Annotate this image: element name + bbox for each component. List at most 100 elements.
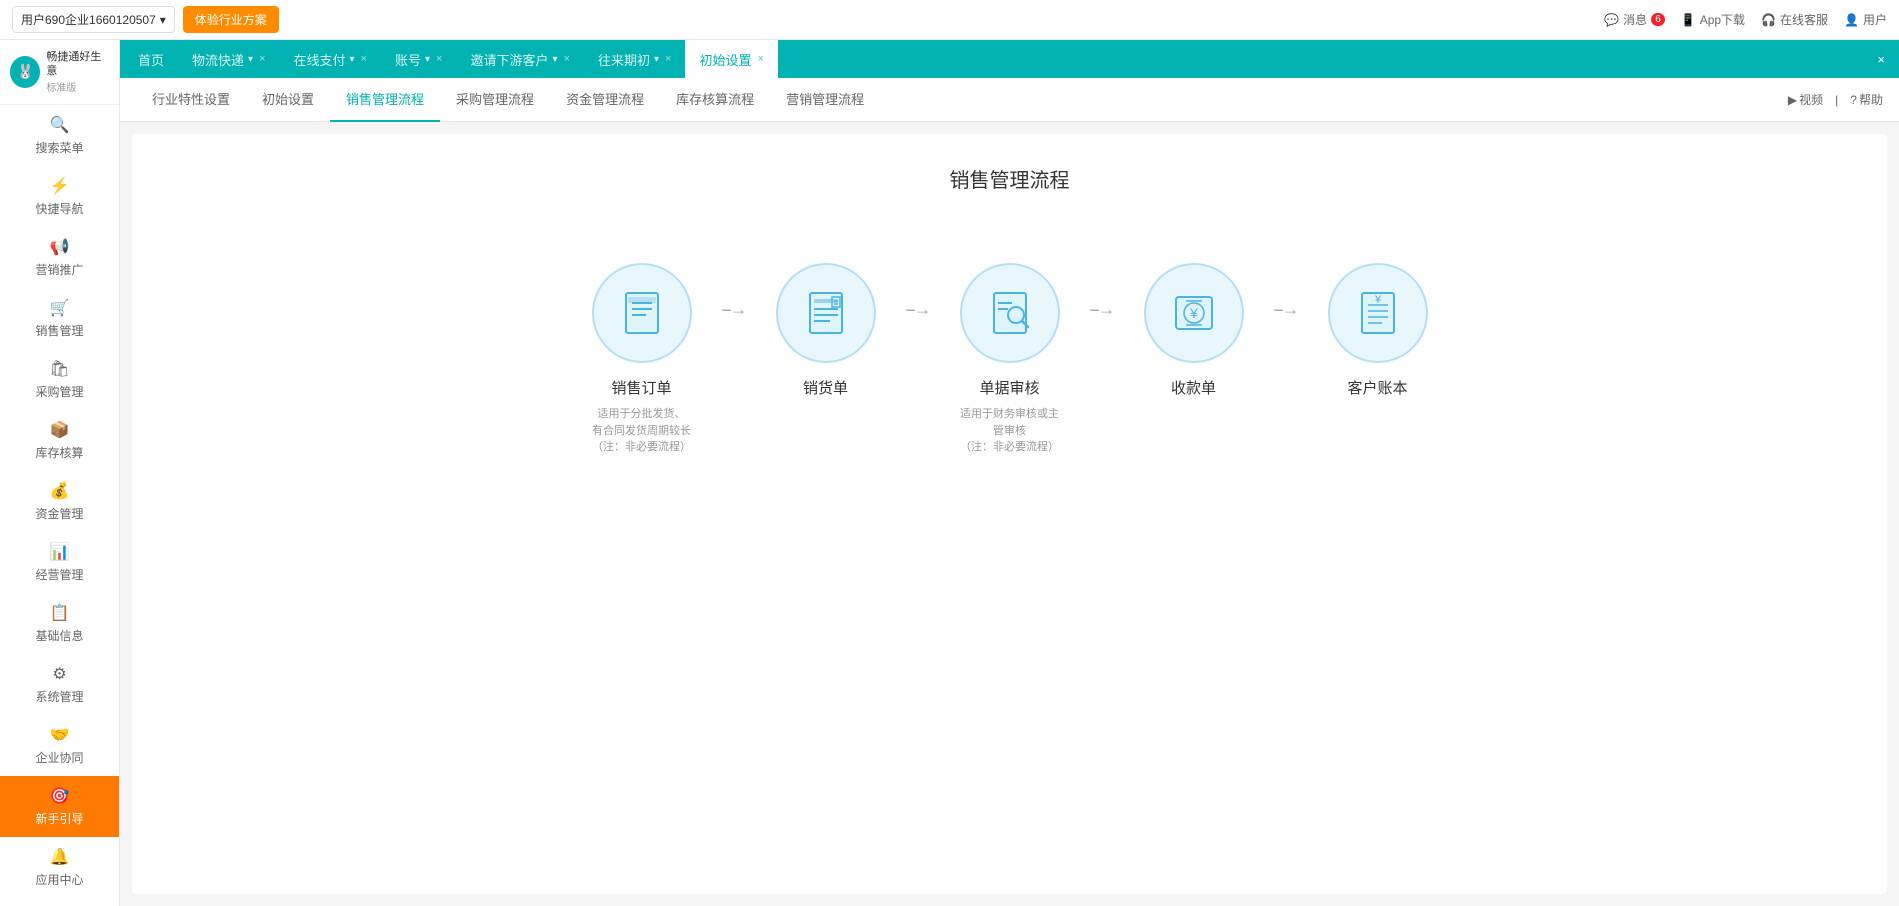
dropdown-icon: ▾ xyxy=(160,13,166,27)
salesorder-icon xyxy=(618,289,666,337)
sidebar-item-apps[interactable]: 🔔 应用中心 xyxy=(0,837,119,898)
sidebar-item-quicknav[interactable]: ⚡ 快捷导航 xyxy=(0,166,119,227)
sidebar-item-finance[interactable]: 💰 资金管理 xyxy=(0,471,119,532)
purchase-icon: 🛍 xyxy=(49,359,69,379)
marketing-icon: 📢 xyxy=(50,237,70,257)
subtab-purchaseflow[interactable]: 采购管理流程 xyxy=(440,78,550,122)
user-avatar-item[interactable]: 👤 用户 xyxy=(1844,11,1887,28)
sidebar-label-enterprise: 企业协同 xyxy=(35,749,83,766)
app-download-label: App下载 xyxy=(1700,11,1745,28)
quicknav-icon: ⚡ xyxy=(50,176,70,196)
subtab-financeflow-label: 资金管理流程 xyxy=(566,89,644,108)
tab-invitecustomer[interactable]: 邀请下游客户 ▾ × xyxy=(456,40,583,78)
system-icon: ⚙ xyxy=(52,664,66,684)
trial-button[interactable]: 体验行业方案 xyxy=(183,6,279,33)
sidebar-item-corpwechat[interactable]: 💬 企业微信 xyxy=(0,898,119,906)
video-link[interactable]: ▶ 视频 xyxy=(1788,91,1823,108)
sidebar-item-basic[interactable]: 📋 基础信息 xyxy=(0,593,119,654)
flow-circle-salesorder xyxy=(592,263,692,363)
logistics-close-icon[interactable]: × xyxy=(259,53,265,65)
svg-text:¥: ¥ xyxy=(1189,305,1198,321)
sub-tabs-bar: 行业特性设置 初始设置 销售管理流程 采购管理流程 资金管理流程 库存核算流程 xyxy=(120,78,1899,122)
flow-step-receipt: ¥ 收款单 xyxy=(1114,263,1274,406)
logo-sub: 标准版 xyxy=(46,79,109,94)
message-icon: 💬 xyxy=(1604,13,1619,27)
subtab-industry[interactable]: 行业特性设置 xyxy=(136,78,246,122)
sidebar-label-system: 系统管理 xyxy=(35,688,83,705)
subtab-salesflow[interactable]: 销售管理流程 xyxy=(330,78,440,122)
payment-close-icon[interactable]: × xyxy=(361,53,367,65)
tab-initsetup[interactable]: 初始设置 × xyxy=(685,40,777,78)
app-download-item[interactable]: 📱 App下载 xyxy=(1681,11,1745,28)
subtab-financeflow[interactable]: 资金管理流程 xyxy=(550,78,660,122)
tab-invitecustomer-label: 邀请下游客户 xyxy=(470,50,548,69)
sidebar-item-inventory[interactable]: 📦 库存核算 xyxy=(0,410,119,471)
page-title: 销售管理流程 xyxy=(152,164,1867,193)
customer-service-item[interactable]: 🎧 在线客服 xyxy=(1761,11,1828,28)
close-all-tabs[interactable]: × xyxy=(1867,52,1895,67)
main-content-area: 首页 物流快递 ▾ × 在线支付 ▾ × 账号 ▾ × 邀请下游客户 ▾ × xyxy=(120,40,1899,906)
flow-circle-customerledger: ¥ xyxy=(1328,263,1428,363)
sidebar-item-sales[interactable]: 🛒 销售管理 xyxy=(0,288,119,349)
flow-circle-audit xyxy=(960,263,1060,363)
sidebar-label-inventory: 库存核算 xyxy=(35,444,83,461)
tab-initsetup-label: 初始设置 xyxy=(699,50,751,69)
messages-item[interactable]: 💬 消息 6 xyxy=(1604,11,1665,28)
tab-period-label: 往来期初 xyxy=(598,50,650,69)
sidebar-item-newguide[interactable]: 🎯 新手引导 xyxy=(0,776,119,837)
inventory-icon: 📦 xyxy=(50,420,70,440)
subtab-inventoryflow-label: 库存核算流程 xyxy=(676,89,754,108)
tab-period[interactable]: 往来期初 ▾ × xyxy=(584,40,685,78)
messages-badge: 6 xyxy=(1651,13,1665,26)
flow-circle-receipt: ¥ xyxy=(1144,263,1244,363)
step-desc-salesorder: 适用于分批发货、有合同发货周期较长（注：非必要流程） xyxy=(592,406,691,456)
enterprise-icon: 🤝 xyxy=(50,725,70,745)
account-close-icon[interactable]: × xyxy=(436,53,442,65)
sidebar-item-purchase[interactable]: 🛍 采购管理 xyxy=(0,349,119,410)
subtab-initsetup[interactable]: 初始设置 xyxy=(246,78,330,122)
divider: | xyxy=(1835,93,1838,107)
flow-step-customerledger: ¥ 客户账本 xyxy=(1298,263,1458,406)
logistics-dropdown-icon: ▾ xyxy=(248,54,253,65)
sidebar-item-marketing[interactable]: 📢 营销推广 xyxy=(0,227,119,288)
period-close-icon[interactable]: × xyxy=(665,53,671,65)
tab-logistics[interactable]: 物流快递 ▾ × xyxy=(178,40,279,78)
tab-account[interactable]: 账号 ▾ × xyxy=(381,40,456,78)
sidebar-item-system[interactable]: ⚙ 系统管理 xyxy=(0,654,119,715)
user-select[interactable]: 用户690企业1660120507 ▾ xyxy=(12,6,175,33)
basic-icon: 📋 xyxy=(50,603,70,623)
sidebar-logo: 🐰 畅捷通好生意 标准版 xyxy=(0,40,119,105)
main-layout: 🐰 畅捷通好生意 标准版 🔍 搜索菜单 ⚡ 快捷导航 📢 营销推广 🛒 销售管理… xyxy=(0,40,1899,906)
logo-text: 畅捷通好生意 xyxy=(46,50,109,79)
sidebar-item-search[interactable]: 🔍 搜索菜单 xyxy=(0,105,119,166)
invitecustomer-close-icon[interactable]: × xyxy=(564,53,570,65)
flow-circle-salesbill xyxy=(776,263,876,363)
period-dropdown-icon: ▾ xyxy=(654,54,659,65)
subtab-inventoryflow[interactable]: 库存核算流程 xyxy=(660,78,770,122)
tab-home[interactable]: 首页 xyxy=(124,40,178,78)
sidebar-label-newguide: 新手引导 xyxy=(35,810,83,827)
sidebar-item-operations[interactable]: 📊 经营管理 xyxy=(0,532,119,593)
step-name-salesorder: 销售订单 xyxy=(611,377,671,398)
top-bar-left: 用户690企业1660120507 ▾ 体验行业方案 xyxy=(12,6,279,33)
sidebar-label-apps: 应用中心 xyxy=(35,871,83,888)
flow-arrow-1: --→ xyxy=(722,263,746,320)
step-desc-audit: 适用于财务审核或主管审核（注：非必要流程） xyxy=(960,406,1059,456)
sub-tabs-right: ▶ 视频 | ? 帮助 xyxy=(1788,91,1883,108)
subtab-marketingflow-label: 营销管理流程 xyxy=(786,89,864,108)
app-icon: 📱 xyxy=(1681,13,1696,27)
subtab-marketingflow[interactable]: 营销管理流程 xyxy=(770,78,880,122)
flow-arrow-4: --→ xyxy=(1274,263,1298,320)
sidebar: 🐰 畅捷通好生意 标准版 🔍 搜索菜单 ⚡ 快捷导航 📢 营销推广 🛒 销售管理… xyxy=(0,40,120,906)
step-name-salesbill: 销货单 xyxy=(803,377,848,398)
initsetup-close-icon[interactable]: × xyxy=(757,53,763,65)
help-icon: ? xyxy=(1850,93,1857,107)
help-link[interactable]: ? 帮助 xyxy=(1850,91,1883,108)
top-bar-right: 💬 消息 6 📱 App下载 🎧 在线客服 👤 用户 xyxy=(1604,11,1887,28)
sidebar-item-enterprise[interactable]: 🤝 企业协同 xyxy=(0,715,119,776)
tab-account-label: 账号 xyxy=(395,50,421,69)
tab-payment[interactable]: 在线支付 ▾ × xyxy=(280,40,381,78)
flow-step-audit: 单据审核 适用于财务审核或主管审核（注：非必要流程） xyxy=(930,263,1090,456)
subtab-salesflow-label: 销售管理流程 xyxy=(346,89,424,108)
arrow-icon-2: --→ xyxy=(906,299,930,320)
